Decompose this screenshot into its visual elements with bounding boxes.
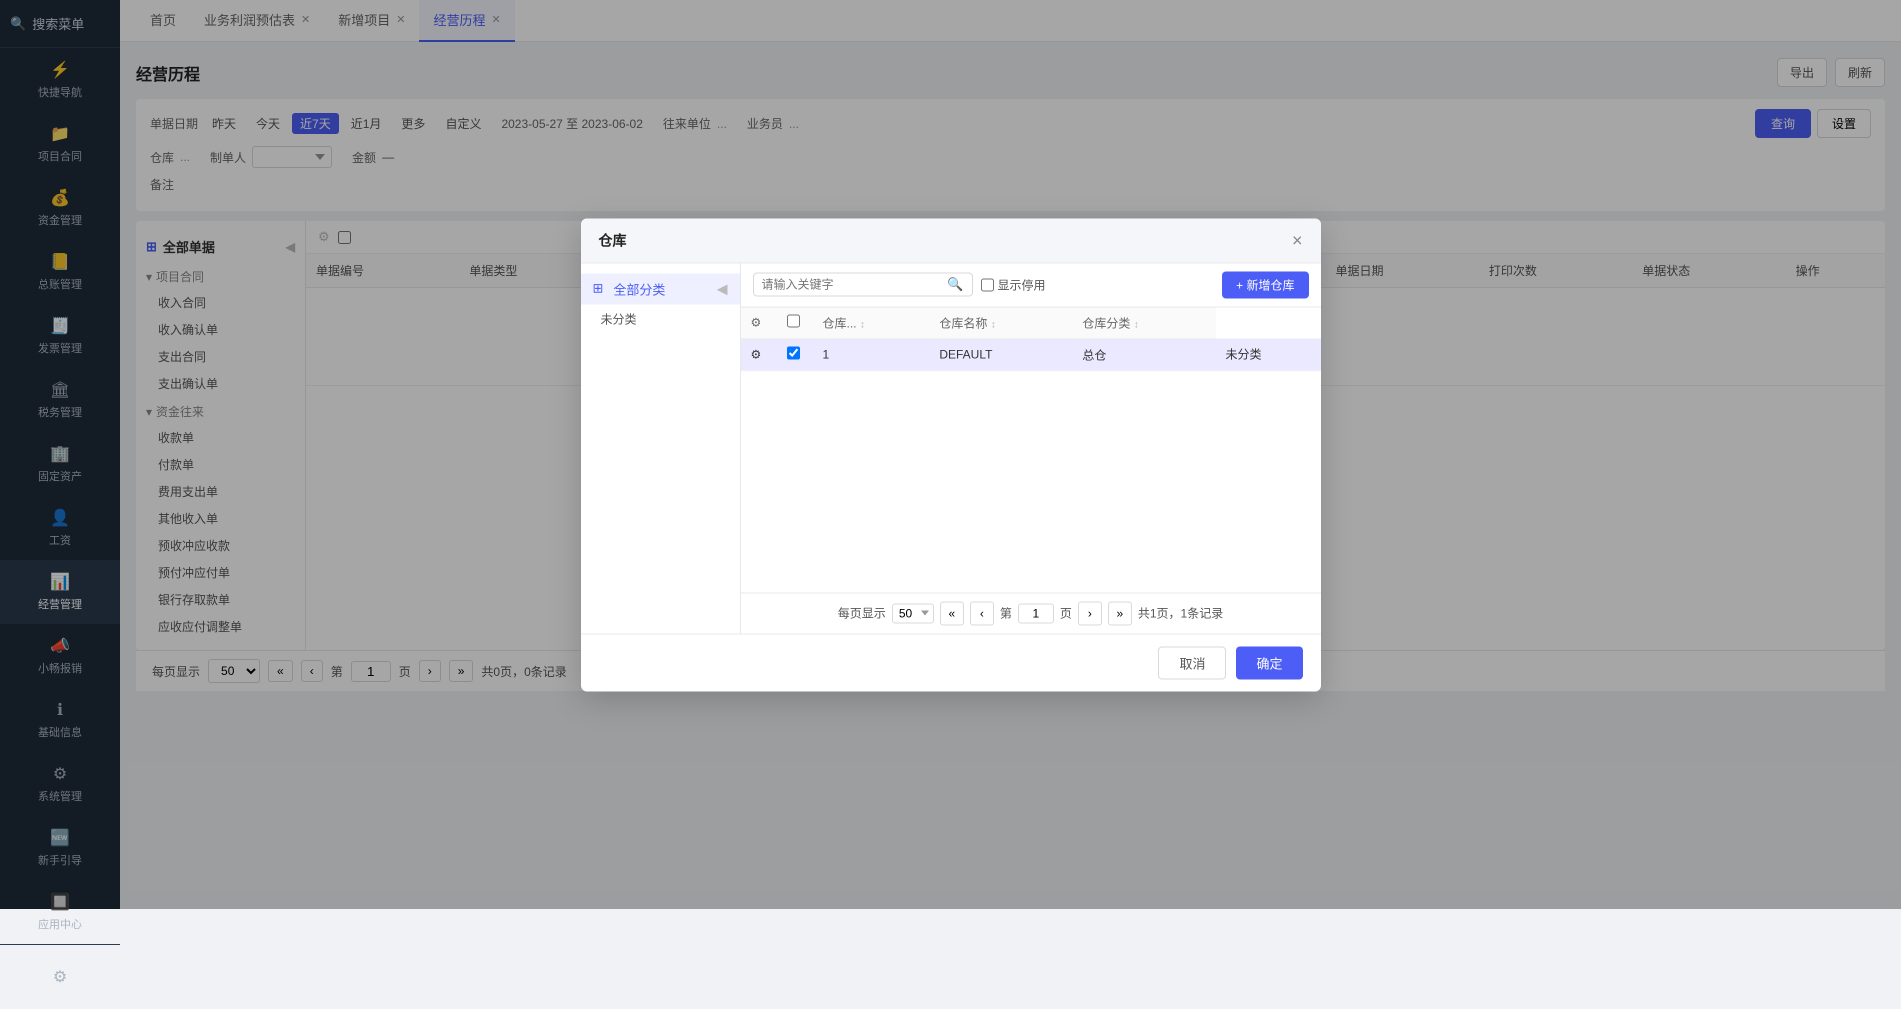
row-gear: ⚙ — [741, 339, 777, 371]
sort-label-code: 仓库... ↕ — [823, 316, 865, 330]
search-input[interactable] — [762, 278, 948, 292]
modal-last-btn[interactable]: » — [1108, 601, 1132, 625]
sidebar-label-app-center: 应用中心 — [38, 916, 82, 932]
sidebar-bottom: ⚙ — [0, 944, 120, 1009]
th-code: 仓库... ↕ — [813, 307, 930, 339]
warehouse-table-wrap: ⚙ 仓库... ↕ 仓库名称 ↕ 仓库分类 ↕ ⚙ 1 DEFAULT 总仓 未… — [741, 307, 1321, 592]
modal-close-button[interactable]: × — [1292, 231, 1303, 249]
th-check — [777, 307, 813, 339]
row-check — [777, 339, 813, 371]
category-panel: ⊞ 全部分类 ◀ 未分类 — [581, 263, 741, 633]
search-icon: 🔍 — [947, 277, 963, 293]
modal-page-suffix: 页 — [1060, 605, 1072, 622]
gear-icon: ⚙ — [751, 316, 762, 330]
modal-next-btn[interactable]: › — [1078, 601, 1102, 625]
warehouse-select-all[interactable] — [787, 315, 800, 328]
category-unclassified-label: 未分类 — [601, 312, 637, 326]
grid-icon: ⊞ — [593, 281, 604, 297]
warehouse-table: ⚙ 仓库... ↕ 仓库名称 ↕ 仓库分类 ↕ ⚙ 1 DEFAULT 总仓 未… — [741, 307, 1321, 371]
category-all-item[interactable]: ⊞ 全部分类 ◀ — [581, 273, 740, 304]
search-box: 🔍 — [753, 273, 973, 297]
th-gear: ⚙ — [741, 307, 777, 339]
row-checkbox[interactable] — [787, 347, 800, 360]
row-index: 1 — [813, 339, 930, 371]
category-all-label: 全部分类 — [613, 279, 665, 298]
modal-per-page-label: 每页显示 — [838, 605, 886, 622]
warehouse-panel: 🔍 显示停用 + 新增仓库 ⚙ 仓库... ↕ 仓库名称 ↕ — [741, 263, 1321, 633]
show-disabled-checkbox[interactable] — [981, 278, 994, 291]
modal-page-input[interactable] — [1018, 603, 1054, 623]
modal-page-label: 第 — [1000, 605, 1012, 622]
th-name: 仓库名称 ↕ — [929, 307, 1072, 339]
sort-label-category: 仓库分类 ↕ — [1082, 316, 1138, 330]
row-gear-icon: ⚙ — [751, 348, 762, 362]
show-disabled-label: 显示停用 — [998, 276, 1046, 293]
th-category: 仓库分类 ↕ — [1072, 307, 1215, 339]
sidebar-item-settings[interactable]: ⚙ — [0, 955, 120, 999]
modal-header: 仓库 × — [581, 218, 1321, 263]
warehouse-toolbar: 🔍 显示停用 + 新增仓库 — [741, 263, 1321, 307]
show-disabled-checkbox-label[interactable]: 显示停用 — [981, 276, 1046, 293]
modal-prev-btn[interactable]: ‹ — [970, 601, 994, 625]
modal-footer: 取消 确定 — [581, 633, 1321, 691]
warehouse-modal: 仓库 × ⊞ 全部分类 ◀ 未分类 🔍 显示停用 — [581, 218, 1321, 691]
modal-per-page-select[interactable]: 50 — [892, 603, 934, 623]
row-code: DEFAULT — [929, 339, 1072, 371]
confirm-button[interactable]: 确定 — [1236, 646, 1302, 679]
row-name: 总仓 — [1072, 339, 1215, 371]
modal-first-btn[interactable]: « — [940, 601, 964, 625]
modal-total-label: 共1页，1条记录 — [1138, 605, 1223, 622]
warehouse-pagination: 每页显示 50 « ‹ 第 页 › » 共1页，1条记录 — [741, 592, 1321, 633]
cancel-button[interactable]: 取消 — [1158, 646, 1226, 679]
category-unclassified[interactable]: 未分类 — [581, 304, 740, 333]
row-category: 未分类 — [1216, 339, 1321, 371]
add-warehouse-button[interactable]: + 新增仓库 — [1222, 271, 1308, 298]
warehouse-row[interactable]: ⚙ 1 DEFAULT 总仓 未分类 — [741, 339, 1321, 371]
settings-icon: ⚙ — [53, 967, 67, 987]
sort-label-name: 仓库名称 ↕ — [939, 316, 995, 330]
modal-body: ⊞ 全部分类 ◀ 未分类 🔍 显示停用 + 新增仓库 — [581, 263, 1321, 633]
modal-title: 仓库 — [599, 230, 627, 250]
category-collapse-btn[interactable]: ◀ — [717, 280, 728, 297]
